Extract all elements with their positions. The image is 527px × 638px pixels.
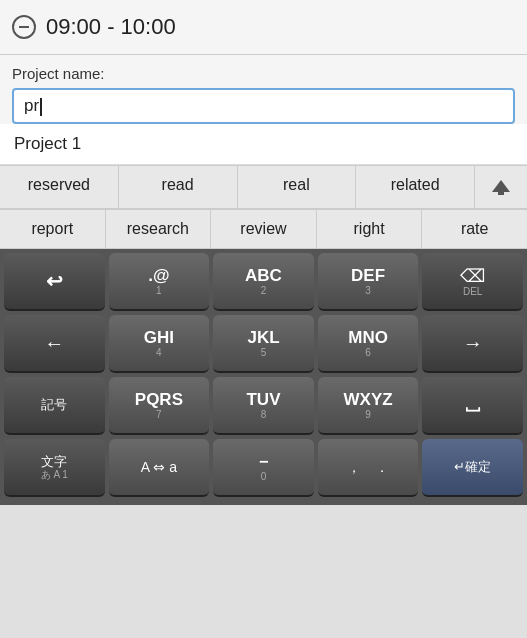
kb-row-3: 記号 PQRS 7 TUV 8 WXYZ 9 ⎵	[4, 377, 523, 435]
keyboard: ↩ .@ 1 ABC 2 DEF 3 ⌫ DEL ← GHI 4 JKL 5	[0, 249, 527, 505]
key-def[interactable]: DEF 3	[318, 253, 419, 311]
key-mno[interactable]: MNO 6	[318, 315, 419, 373]
project-input[interactable]: pr	[12, 88, 515, 124]
input-mode-key[interactable]: 文字 あ A 1	[4, 439, 105, 497]
symbol-key[interactable]: 記号	[4, 377, 105, 435]
right-arrow-key[interactable]: →	[422, 315, 523, 373]
key-ghi[interactable]: GHI 4	[109, 315, 210, 373]
word-row-2: report research review right rate	[0, 209, 527, 249]
delete-key[interactable]: ⌫ DEL	[422, 253, 523, 311]
key-abc[interactable]: ABC 2	[213, 253, 314, 311]
space-key[interactable]: ⎵	[422, 377, 523, 435]
word-real[interactable]: real	[238, 166, 357, 208]
key-at[interactable]: .@ 1	[109, 253, 210, 311]
suggestion-item[interactable]: Project 1	[0, 124, 527, 165]
minus-icon[interactable]	[12, 15, 36, 39]
kb-row-4: 文字 あ A 1 A ⇔ a － 0 ， ． ↵確定	[4, 439, 523, 497]
svg-rect-1	[498, 192, 504, 195]
backspace-key[interactable]: ↩	[4, 253, 105, 311]
word-review[interactable]: review	[211, 210, 317, 248]
svg-marker-0	[492, 180, 510, 192]
case-toggle-key[interactable]: A ⇔ a	[109, 439, 210, 497]
key-zero[interactable]: － 0	[213, 439, 314, 497]
word-rate[interactable]: rate	[422, 210, 527, 248]
project-input-text: pr	[24, 96, 503, 116]
cursor	[40, 98, 42, 116]
project-section: Project name: pr	[0, 55, 527, 124]
word-research[interactable]: research	[106, 210, 212, 248]
word-report[interactable]: report	[0, 210, 106, 248]
word-reserved[interactable]: reserved	[0, 166, 119, 208]
word-related[interactable]: related	[356, 166, 475, 208]
punctuation-key[interactable]: ， ．	[318, 439, 419, 497]
confirm-key[interactable]: ↵確定	[422, 439, 523, 497]
key-jkl[interactable]: JKL 5	[213, 315, 314, 373]
word-row-1: reserved read real related	[0, 165, 527, 209]
key-tuv[interactable]: TUV 8	[213, 377, 314, 435]
key-wxyz[interactable]: WXYZ 9	[318, 377, 419, 435]
project-label: Project name:	[12, 65, 515, 82]
left-arrow-key[interactable]: ←	[4, 315, 105, 373]
kb-row-2: ← GHI 4 JKL 5 MNO 6 →	[4, 315, 523, 373]
word-right[interactable]: right	[317, 210, 423, 248]
time-range: 09:00 - 10:00	[46, 14, 176, 40]
top-bar: 09:00 - 10:00	[0, 0, 527, 55]
kb-row-1: ↩ .@ 1 ABC 2 DEF 3 ⌫ DEL	[4, 253, 523, 311]
key-pqrs[interactable]: PQRS 7	[109, 377, 210, 435]
word-read[interactable]: read	[119, 166, 238, 208]
upload-icon[interactable]	[475, 166, 527, 208]
